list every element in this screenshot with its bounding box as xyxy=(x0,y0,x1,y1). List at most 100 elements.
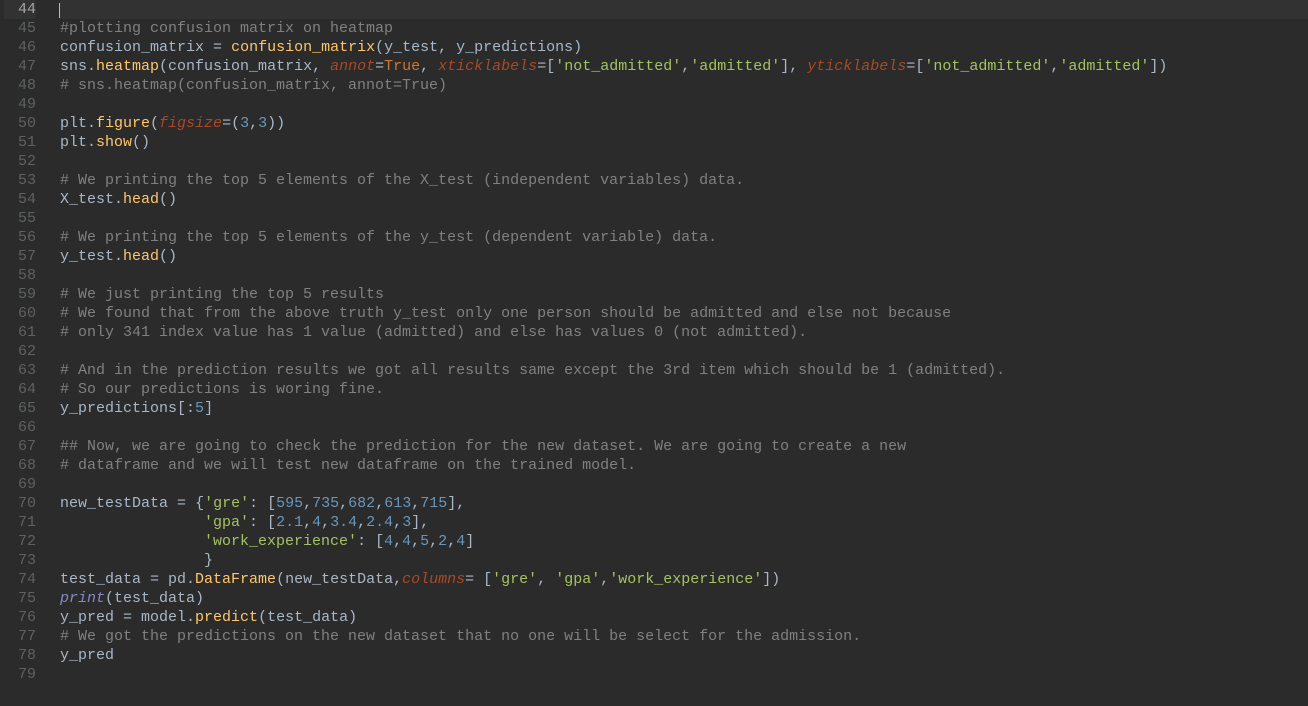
code-line[interactable]: new_testData = {'gre': [595,735,682,613,… xyxy=(60,494,1308,513)
token-num: 595 xyxy=(276,495,303,512)
token-param: annot xyxy=(330,58,375,75)
line-number: 63 xyxy=(4,361,36,380)
token-param: xticklabels xyxy=(438,58,537,75)
code-line[interactable] xyxy=(60,152,1308,171)
code-line[interactable] xyxy=(60,0,1308,19)
code-line[interactable]: # sns.heatmap(confusion_matrix, annot=Tr… xyxy=(60,76,1308,95)
token-punct: , xyxy=(429,533,438,550)
token-func: heatmap xyxy=(96,58,159,75)
token-func: head xyxy=(123,248,159,265)
code-line[interactable]: # We found that from the above truth y_t… xyxy=(60,304,1308,323)
line-number: 57 xyxy=(4,247,36,266)
line-number: 67 xyxy=(4,437,36,456)
token-num: 4 xyxy=(312,514,321,531)
token-num: 2 xyxy=(438,533,447,550)
code-line[interactable]: print(test_data) xyxy=(60,589,1308,608)
token-ident: sns. xyxy=(60,58,96,75)
token-ident: new_testData xyxy=(60,495,177,512)
line-number: 60 xyxy=(4,304,36,323)
line-number: 70 xyxy=(4,494,36,513)
code-line[interactable]: # We printing the top 5 elements of the … xyxy=(60,171,1308,190)
code-line[interactable] xyxy=(60,475,1308,494)
token-assign: = xyxy=(150,571,159,588)
code-line[interactable]: y_pred xyxy=(60,646,1308,665)
code-line[interactable]: # dataframe and we will test new datafra… xyxy=(60,456,1308,475)
token-num: 4 xyxy=(402,533,411,550)
token-ident xyxy=(186,495,195,512)
token-str: 'gre' xyxy=(492,571,537,588)
code-line[interactable]: #plotting confusion matrix on heatmap xyxy=(60,19,1308,38)
code-line[interactable] xyxy=(60,209,1308,228)
token-func: confusion_matrix xyxy=(231,39,375,56)
code-line[interactable]: sns.heatmap(confusion_matrix, annot=True… xyxy=(60,57,1308,76)
token-func: DataFrame xyxy=(195,571,276,588)
token-ident: test_data xyxy=(267,609,348,626)
code-line[interactable]: confusion_matrix = confusion_matrix(y_te… xyxy=(60,38,1308,57)
code-line[interactable]: X_test.head() xyxy=(60,190,1308,209)
line-number: 50 xyxy=(4,114,36,133)
code-line[interactable] xyxy=(60,665,1308,684)
token-num: 5 xyxy=(420,533,429,550)
code-line[interactable]: plt.figure(figsize=(3,3)) xyxy=(60,114,1308,133)
code-line[interactable]: plt.show() xyxy=(60,133,1308,152)
token-comment: # So our predictions is woring fine. xyxy=(60,381,384,398)
token-ident xyxy=(60,552,204,569)
token-kw: True xyxy=(384,58,420,75)
token-str: 'not_admitted' xyxy=(555,58,681,75)
code-line[interactable]: y_predictions[:5] xyxy=(60,399,1308,418)
token-punct: , xyxy=(393,514,402,531)
code-line[interactable]: ## Now, we are going to check the predic… xyxy=(60,437,1308,456)
line-number: 54 xyxy=(4,190,36,209)
token-punct: : [ xyxy=(249,495,276,512)
token-str: 'admitted' xyxy=(1059,58,1149,75)
line-number: 66 xyxy=(4,418,36,437)
line-number: 77 xyxy=(4,627,36,646)
line-number: 65 xyxy=(4,399,36,418)
token-str: 'admitted' xyxy=(690,58,780,75)
token-punct: [ xyxy=(474,571,492,588)
token-assign: = xyxy=(213,39,222,56)
line-number: 73 xyxy=(4,551,36,570)
token-param: figsize xyxy=(159,115,222,132)
token-comment: # sns.heatmap(confusion_matrix, annot=Tr… xyxy=(60,77,447,94)
code-line[interactable]: } xyxy=(60,551,1308,570)
token-ident: y_pred xyxy=(60,647,114,664)
token-num: 4 xyxy=(384,533,393,550)
code-line[interactable]: # We printing the top 5 elements of the … xyxy=(60,228,1308,247)
token-punct: [: xyxy=(177,400,195,417)
code-line[interactable]: test_data = pd.DataFrame(new_testData,co… xyxy=(60,570,1308,589)
token-func: predict xyxy=(195,609,258,626)
token-assign: = xyxy=(123,609,132,626)
token-punct: , xyxy=(312,58,330,75)
token-punct: [ xyxy=(915,58,924,75)
code-line[interactable]: # only 341 index value has 1 value (admi… xyxy=(60,323,1308,342)
code-line[interactable]: 'work_experience': [4,4,5,2,4] xyxy=(60,532,1308,551)
token-ident: plt. xyxy=(60,134,96,151)
code-line[interactable]: # We got the predictions on the new data… xyxy=(60,627,1308,646)
token-punct: , xyxy=(357,514,366,531)
code-line[interactable]: # So our predictions is woring fine. xyxy=(60,380,1308,399)
code-line[interactable] xyxy=(60,342,1308,361)
code-line[interactable] xyxy=(60,266,1308,285)
code-editor[interactable]: 4445464748495051525354555657585960616263… xyxy=(0,0,1308,706)
token-func: figure xyxy=(96,115,150,132)
code-line[interactable]: # And in the prediction results we got a… xyxy=(60,361,1308,380)
line-number: 56 xyxy=(4,228,36,247)
token-ident: y_test. xyxy=(60,248,123,265)
code-line[interactable]: y_pred = model.predict(test_data) xyxy=(60,608,1308,627)
code-line[interactable] xyxy=(60,95,1308,114)
token-parameq: = xyxy=(375,58,384,75)
token-builtin: print xyxy=(60,590,105,607)
code-line[interactable]: y_test.head() xyxy=(60,247,1308,266)
code-line[interactable]: # We just printing the top 5 results xyxy=(60,285,1308,304)
line-number: 59 xyxy=(4,285,36,304)
token-comment: ## Now, we are going to check the predic… xyxy=(60,438,906,455)
token-comment: # We just printing the top 5 results xyxy=(60,286,384,303)
token-num: 2.1 xyxy=(276,514,303,531)
line-number: 74 xyxy=(4,570,36,589)
code-area[interactable]: #plotting confusion matrix on heatmapcon… xyxy=(44,0,1308,706)
line-number: 62 xyxy=(4,342,36,361)
code-line[interactable]: 'gpa': [2.1,4,3.4,2.4,3], xyxy=(60,513,1308,532)
token-ident: y_pred xyxy=(60,609,123,626)
code-line[interactable] xyxy=(60,418,1308,437)
